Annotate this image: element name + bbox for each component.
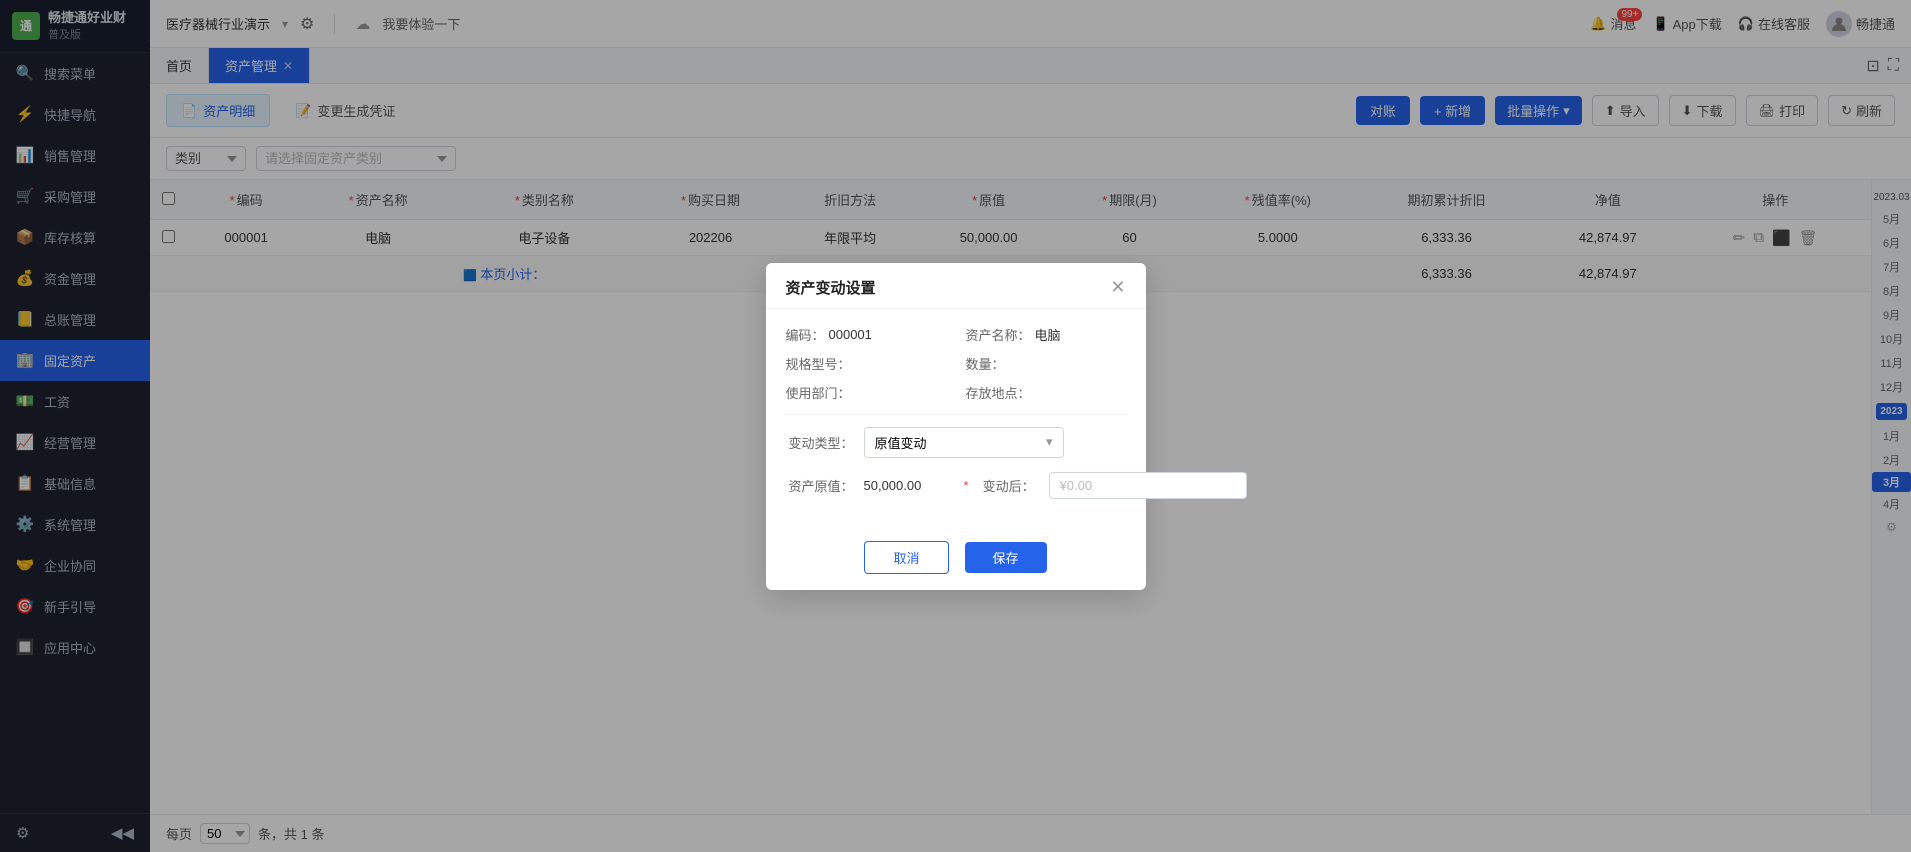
modal-info-row-2: 规格型号： 数量： bbox=[786, 354, 1126, 373]
modal-spec-label: 规格型号： bbox=[786, 354, 851, 373]
modal-change-type-select[interactable]: 原值变动 ▾ bbox=[864, 427, 1064, 458]
modal-change-type-label: 变动类型： bbox=[786, 433, 854, 452]
modal-header: 资产变动设置 ✕ bbox=[766, 263, 1146, 309]
modal-body: 编码： 000001 资产名称： 电脑 规格型号： 数量： bbox=[766, 309, 1146, 529]
modal-info-row-1: 编码： 000001 资产名称： 电脑 bbox=[786, 325, 1126, 344]
modal-asset-name-value: 电脑 bbox=[1035, 325, 1061, 344]
modal-original-value-display: 50,000.00 bbox=[864, 478, 954, 493]
change-type-chevron-icon: ▾ bbox=[1046, 434, 1053, 450]
modal-after-change-input[interactable] bbox=[1049, 472, 1247, 499]
modal-values-row: 资产原值： 50,000.00 * 变动后： bbox=[786, 472, 1126, 499]
modal-quantity-item: 数量： bbox=[966, 354, 1126, 373]
modal-asset-name-item: 资产名称： 电脑 bbox=[966, 325, 1126, 344]
modal-code-value: 000001 bbox=[829, 327, 872, 342]
modal-divider bbox=[786, 414, 1126, 415]
modal-quantity-label: 数量： bbox=[966, 354, 1005, 373]
required-star: * bbox=[964, 478, 969, 493]
modal-overlay: 资产变动设置 ✕ 编码： 000001 资产名称： 电脑 规格型号： bbox=[0, 0, 1911, 852]
modal-change-type-value: 原值变动 bbox=[875, 433, 927, 452]
modal-footer: 取消 保存 bbox=[766, 529, 1146, 590]
modal-department-label: 使用部门： bbox=[786, 383, 851, 402]
modal-asset-name-label: 资产名称： bbox=[966, 325, 1031, 344]
modal-change-type-row: 变动类型： 原值变动 ▾ bbox=[786, 427, 1126, 458]
modal-spec-item: 规格型号： bbox=[786, 354, 946, 373]
cancel-button[interactable]: 取消 bbox=[864, 541, 948, 574]
asset-change-modal: 资产变动设置 ✕ 编码： 000001 资产名称： 电脑 规格型号： bbox=[766, 263, 1146, 590]
modal-department-item: 使用部门： bbox=[786, 383, 946, 402]
modal-location-item: 存放地点： bbox=[966, 383, 1126, 402]
modal-code-item: 编码： 000001 bbox=[786, 325, 946, 344]
modal-after-change-label: 变动后： bbox=[983, 476, 1035, 495]
save-button[interactable]: 保存 bbox=[965, 542, 1047, 573]
modal-close-button[interactable]: ✕ bbox=[1110, 278, 1125, 296]
modal-original-value-label: 资产原值： bbox=[786, 476, 854, 495]
modal-title: 资产变动设置 bbox=[786, 277, 876, 298]
modal-location-label: 存放地点： bbox=[966, 383, 1031, 402]
modal-code-label: 编码： bbox=[786, 325, 825, 344]
modal-info-row-3: 使用部门： 存放地点： bbox=[786, 383, 1126, 402]
